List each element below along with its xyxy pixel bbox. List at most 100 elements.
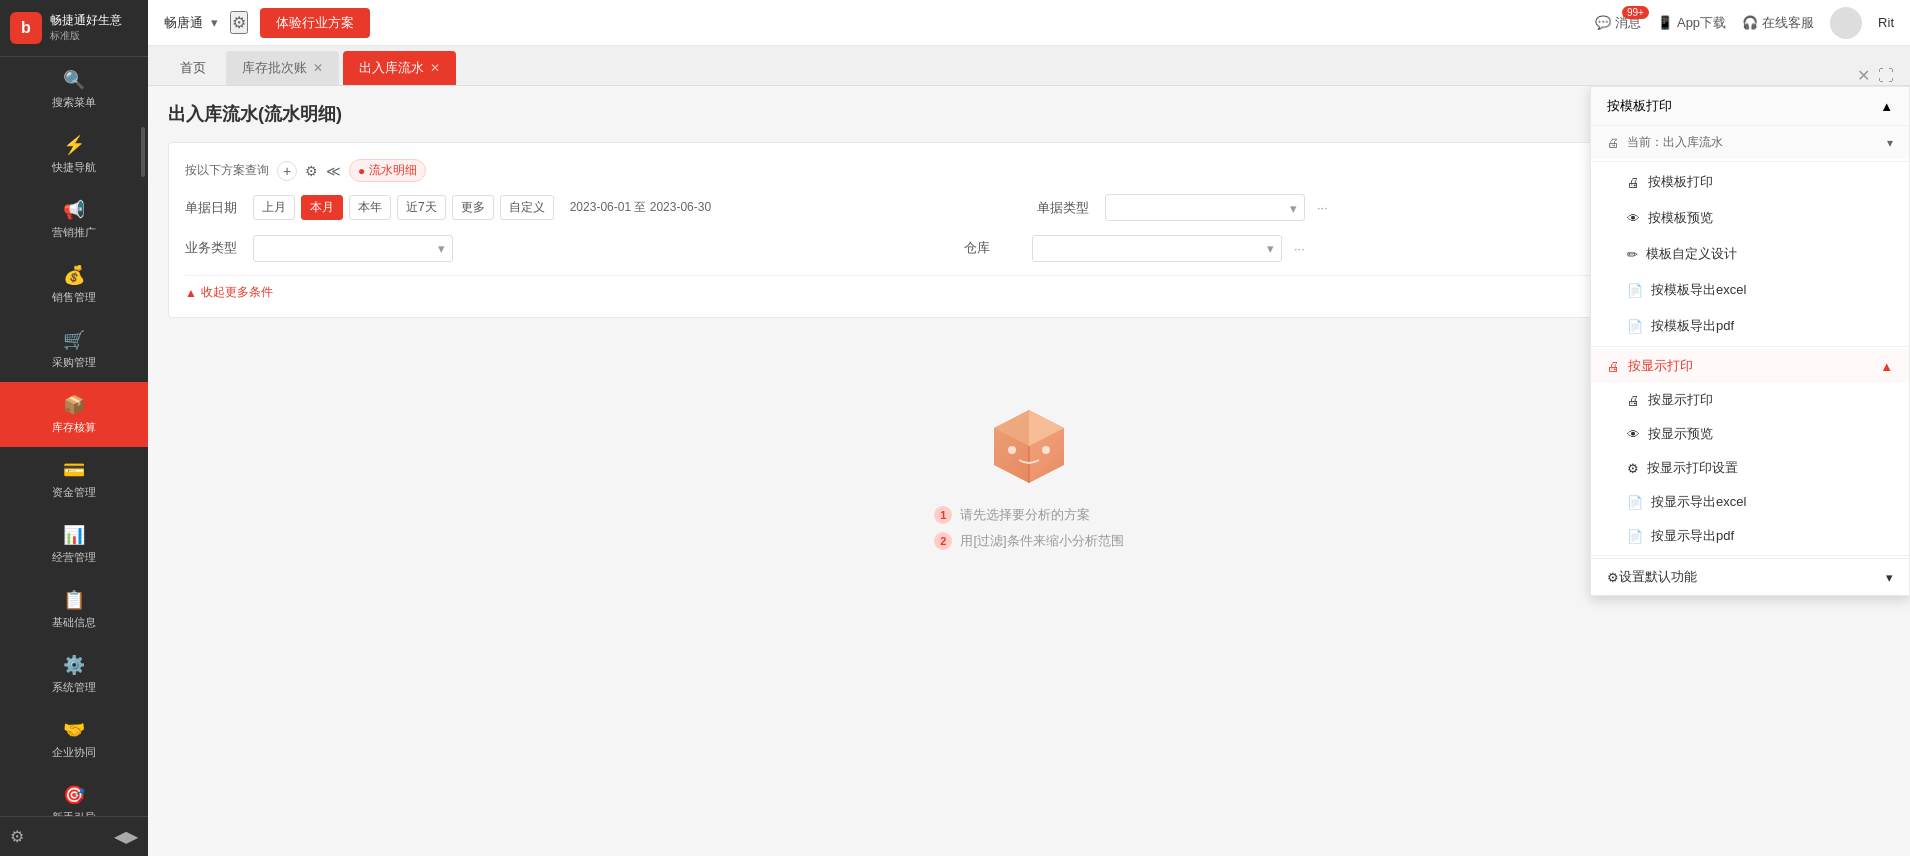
avatar[interactable] — [1830, 7, 1862, 39]
sidebar-item-label: 销售管理 — [52, 290, 96, 305]
corp-collab-icon: 🤝 — [63, 719, 85, 741]
step-2-text: 用[过滤]条件来缩小分析范围 — [960, 532, 1123, 550]
settings-bottom-btn[interactable]: ⚙ — [10, 827, 24, 846]
sidebar-item-marketing[interactable]: 📢 营销推广 — [0, 187, 148, 252]
trial-industry-btn[interactable]: 体验行业方案 — [260, 8, 370, 38]
dropdown-item-template-print[interactable]: 🖨 按模板打印 — [1591, 164, 1909, 200]
collapse-condition-btn[interactable]: ≪ — [326, 163, 341, 179]
footer-label: 设置默认功能 — [1619, 568, 1697, 586]
type-field-label: 单据类型 — [1037, 199, 1097, 217]
sidebar-item-label: 经营管理 — [52, 550, 96, 565]
search-label: 按以下方案查询 — [185, 162, 269, 179]
display-excel-icon: 📄 — [1627, 495, 1643, 510]
empty-step-2: 2 用[过滤]条件来缩小分析范围 — [934, 532, 1123, 550]
sidebar-item-label: 搜索菜单 — [52, 95, 96, 110]
company-name: 畅捷通好生意 — [50, 13, 122, 29]
excel-icon: 📄 — [1627, 283, 1643, 298]
message-btn[interactable]: 💬 消息 99+ — [1595, 14, 1641, 32]
sidebar-item-operations[interactable]: 📊 经营管理 — [0, 512, 148, 577]
app-download-btn[interactable]: 📱 App下载 — [1657, 14, 1726, 32]
sidebar-scrollbar[interactable] — [140, 67, 146, 736]
business-type-select-wrapper — [253, 235, 453, 262]
dropdown-item-display-print-settings[interactable]: ⚙ 按显示打印设置 — [1591, 451, 1909, 485]
sidebar-item-purchase[interactable]: 🛒 采购管理 — [0, 317, 148, 382]
sidebar-item-label: 新手引导 — [52, 810, 96, 816]
empty-steps: 1 请先选择要分析的方案 2 用[过滤]条件来缩小分析范围 — [934, 506, 1123, 550]
sidebar-item-quick-nav[interactable]: ⚡ 快捷导航 — [0, 122, 148, 187]
warehouse-select-wrapper — [1032, 235, 1282, 262]
dropdown-item-template-custom[interactable]: ✏ 模板自定义设计 — [1591, 236, 1909, 272]
add-condition-btn[interactable]: + — [277, 161, 297, 181]
dropdown-item-display-export-pdf[interactable]: 📄 按显示导出pdf — [1591, 519, 1909, 553]
warehouse-select[interactable] — [1032, 235, 1282, 262]
topbar-settings-btn[interactable]: ⚙ — [230, 11, 248, 34]
date-filter-group: 上月 本月 本年 近7天 更多 自定义 — [253, 195, 554, 220]
app-download-icon: 📱 — [1657, 15, 1673, 30]
sidebar-item-basic-info[interactable]: 📋 基础信息 — [0, 577, 148, 642]
dropdown-item-display-print[interactable]: 🖨 按显示打印 — [1591, 383, 1909, 417]
sidebar-item-finance[interactable]: 💳 资金管理 — [0, 447, 148, 512]
user-dropdown-btn[interactable]: ▾ — [211, 15, 218, 30]
dropdown-item-template-export-pdf[interactable]: 📄 按模板导出pdf — [1591, 308, 1909, 344]
current-template-arrow: ▾ — [1887, 136, 1893, 150]
maximize-window-btn[interactable]: ⛶ — [1878, 67, 1894, 85]
search-menu-icon: 🔍 — [63, 69, 85, 91]
dropdown-current-template[interactable]: 🖨 当前：出入库流水 ▾ — [1591, 126, 1909, 159]
dropdown-footer[interactable]: ⚙ 设置默认功能 ▾ — [1591, 558, 1909, 595]
sidebar-item-label: 系统管理 — [52, 680, 96, 695]
inventory-icon: 📦 — [63, 394, 85, 416]
dropdown-header-arrow[interactable]: ▲ — [1880, 99, 1893, 114]
in-out-flow-close-btn[interactable]: ✕ — [430, 61, 440, 75]
type-select[interactable] — [1105, 194, 1305, 221]
stock-batch-close-btn[interactable]: ✕ — [313, 61, 323, 75]
window-controls: ✕ ⛶ — [1857, 66, 1894, 85]
collapse-sidebar-btn[interactable]: ◀▶ — [114, 827, 138, 846]
display-section-arrow: ▲ — [1880, 359, 1893, 374]
svg-point-4 — [1042, 446, 1050, 454]
dropdown-item-display-export-excel[interactable]: 📄 按显示导出excel — [1591, 485, 1909, 519]
tab-home[interactable]: 首页 — [164, 51, 222, 85]
date-btn-custom[interactable]: 自定义 — [500, 195, 554, 220]
display-preview-label: 按显示预览 — [1648, 425, 1713, 443]
collapse-label: 收起更多条件 — [201, 284, 273, 301]
tabs-bar: 首页 库存批次账 ✕ 出入库流水 ✕ ✕ ⛶ — [148, 46, 1910, 86]
empty-step-1: 1 请先选择要分析的方案 — [934, 506, 1123, 524]
date-btn-last-month[interactable]: 上月 — [253, 195, 295, 220]
sidebar-item-corp-collab[interactable]: 🤝 企业协同 — [0, 707, 148, 772]
sidebar-item-sales[interactable]: 💰 销售管理 — [0, 252, 148, 317]
dropdown-item-display-preview[interactable]: 👁 按显示预览 — [1591, 417, 1909, 451]
tab-in-out-flow[interactable]: 出入库流水 ✕ — [343, 51, 456, 85]
date-btn-this-month[interactable]: 本月 — [301, 195, 343, 220]
display-section-header[interactable]: 🖨 按显示打印 ▲ — [1591, 349, 1909, 383]
dropdown-item-template-preview[interactable]: 👁 按模板预览 — [1591, 200, 1909, 236]
display-pdf-icon: 📄 — [1627, 529, 1643, 544]
template-icon: 🖨 — [1607, 136, 1619, 150]
display-section-label: 🖨 按显示打印 — [1607, 357, 1693, 375]
dropdown-item-template-export-excel[interactable]: 📄 按模板导出excel — [1591, 272, 1909, 308]
operations-icon: 📊 — [63, 524, 85, 546]
settings-condition-btn[interactable]: ⚙ — [305, 163, 318, 179]
business-type-select[interactable] — [253, 235, 453, 262]
step-2-number: 2 — [934, 532, 952, 550]
display-export-excel-label: 按显示导出excel — [1651, 493, 1746, 511]
sidebar-item-search-menu[interactable]: 🔍 搜索菜单 — [0, 57, 148, 122]
close-window-btn[interactable]: ✕ — [1857, 66, 1870, 85]
divider-1 — [1591, 161, 1909, 162]
sidebar-item-label: 基础信息 — [52, 615, 96, 630]
customer-service-btn[interactable]: 🎧 在线客服 — [1742, 14, 1814, 32]
user-info: 畅唐通 ▾ — [164, 14, 218, 32]
warehouse-more-btn[interactable]: ··· — [1294, 241, 1305, 256]
sidebar-item-inventory[interactable]: 📦 库存核算 — [0, 382, 148, 447]
date-btn-this-year[interactable]: 本年 — [349, 195, 391, 220]
message-icon: 💬 — [1595, 15, 1611, 30]
display-section-icon: 🖨 — [1607, 359, 1620, 374]
tab-stock-batch[interactable]: 库存批次账 ✕ — [226, 51, 339, 85]
type-more-btn[interactable]: ··· — [1317, 200, 1328, 215]
sidebar-item-system[interactable]: ⚙️ 系统管理 — [0, 642, 148, 707]
date-btn-7days[interactable]: 近7天 — [397, 195, 446, 220]
date-btn-more[interactable]: 更多 — [452, 195, 494, 220]
page-content-area: 出入库流水(流水明细) 🖨️ 按模板打印 ▲ ⬆️ 导出 🔄 — [148, 86, 1910, 856]
svg-point-5 — [1008, 446, 1016, 454]
rit-label: Rit — [1878, 15, 1894, 30]
sidebar-item-guide[interactable]: 🎯 新手引导 — [0, 772, 148, 816]
